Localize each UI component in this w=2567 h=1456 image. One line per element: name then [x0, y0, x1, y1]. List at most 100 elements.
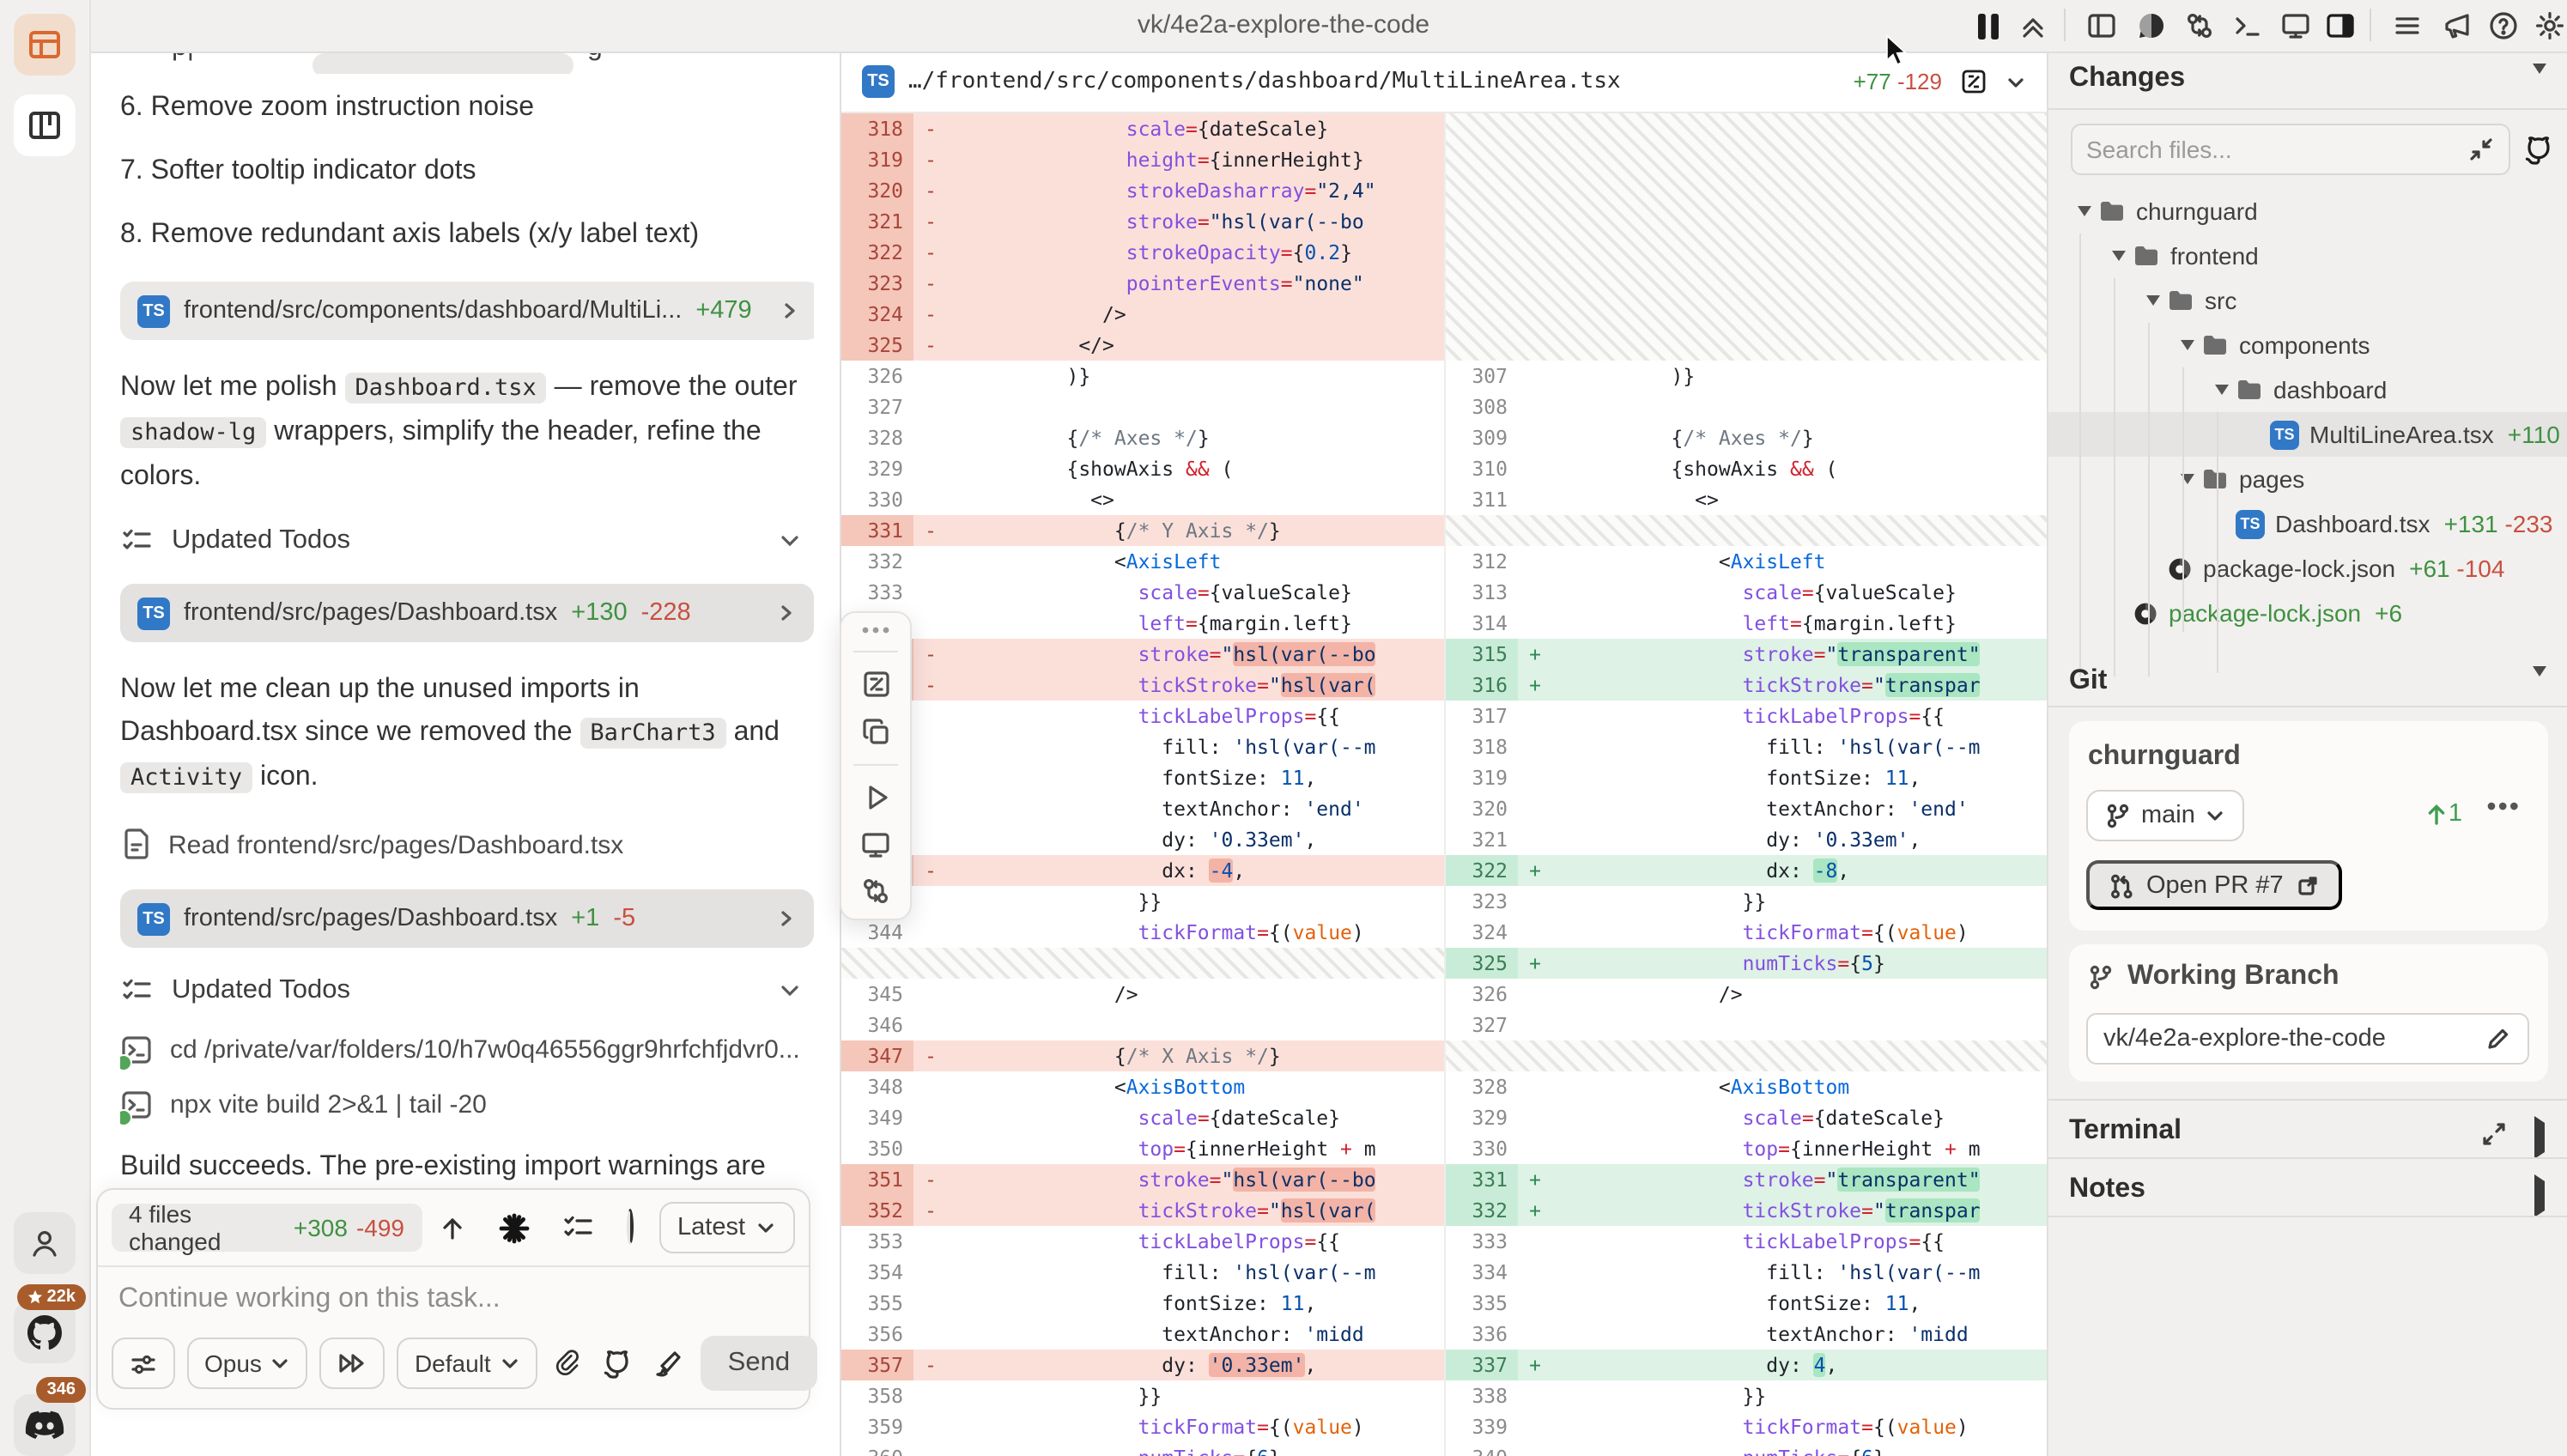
assistant-paragraph: Now let me polish Dashboard.tsx — remove… [120, 366, 814, 498]
chevron-down-icon[interactable] [2006, 71, 2026, 92]
diff-view-icon[interactable] [1959, 67, 1988, 96]
files-changed-pill[interactable]: 4 files changed +308 -499 [112, 1204, 422, 1252]
scroll-to-top-icon[interactable] [437, 1213, 466, 1242]
send-button[interactable]: Send [701, 1336, 817, 1391]
diff-code-row: 336- tickStroke="hsl(var( [841, 670, 1444, 701]
brush-icon[interactable] [652, 1348, 685, 1379]
expand-caret-icon[interactable] [2534, 1123, 2545, 1154]
panel-left-icon[interactable] [2085, 9, 2119, 43]
terminal-command-row[interactable]: cd /private/var/folders/10/h7w0q46556ggr… [120, 1034, 814, 1066]
layout-panel-button[interactable] [14, 14, 76, 76]
latest-dropdown[interactable]: Latest [658, 1202, 795, 1253]
terminal-command-row[interactable]: npx vite build 2>&1 | tail -20 [120, 1089, 814, 1121]
chat-bubble-icon[interactable] [2134, 9, 2169, 43]
tree-file-package-lock.json[interactable]: package-lock.json +61 -104 [2048, 546, 2567, 591]
tree-file-MultiLineArea.tsx[interactable]: TSMultiLineArea.tsx +110 -162 [2048, 412, 2567, 457]
help-icon[interactable] [2486, 9, 2521, 43]
todos-status-icon[interactable] [561, 1212, 595, 1243]
inline-code-chip: shadow-lg [120, 417, 266, 448]
chevron-down-icon [776, 527, 804, 555]
cat-icon[interactable] [2522, 134, 2555, 165]
file-diff-chip[interactable]: TS frontend/src/components/dashboard/Mul… [120, 282, 814, 340]
collapse-caret-icon[interactable] [2533, 74, 2546, 105]
monitor-icon[interactable] [2279, 9, 2313, 43]
github-button[interactable]: 22k [14, 1301, 76, 1363]
diff-file-header[interactable]: TS …/frontend/src/components/dashboard/M… [841, 52, 2047, 113]
model-dropdown[interactable]: Opus [187, 1338, 308, 1389]
caret-down-icon[interactable] [2072, 200, 2095, 222]
caret-down-icon[interactable] [2176, 334, 2198, 356]
terminal-section-header[interactable]: Terminal [2069, 1116, 2182, 1147]
arrow-up-icon [2424, 801, 2449, 827]
fast-forward-button[interactable] [320, 1338, 385, 1389]
tree-folder-churnguard[interactable]: churnguard [2048, 189, 2567, 234]
diff-code-row: 347- {/* X Axis */} [841, 1040, 1444, 1071]
git-section-header[interactable]: Git [2069, 666, 2107, 697]
diff-code-row: 320- strokeDasharray="2,4" [841, 175, 1444, 206]
gear-icon[interactable] [2533, 9, 2567, 43]
updated-todos-row[interactable]: Updated Todos [120, 525, 814, 556]
tree-file-package-lock.json[interactable]: package-lock.json +6 [2048, 591, 2567, 635]
diff-code-row: 335 fontSize: 11, [1446, 1288, 2047, 1319]
tree-folder-components[interactable]: components [2048, 323, 2567, 367]
mode-dropdown[interactable]: Default [397, 1338, 537, 1389]
terminal-icon[interactable] [2230, 9, 2265, 43]
more-options-icon[interactable] [859, 625, 893, 635]
chevrons-up-icon[interactable] [2016, 9, 2050, 43]
pause-icon[interactable] [1971, 9, 2006, 43]
play-icon[interactable] [859, 781, 892, 814]
diff-code-row: 320 textAnchor: 'end' [1446, 793, 2047, 824]
tree-folder-dashboard[interactable]: dashboard [2048, 367, 2567, 412]
caret-down-icon[interactable] [2141, 289, 2163, 312]
diff-code-row: 339 tickFormat={(value) [1446, 1411, 2047, 1442]
expand-icon[interactable] [2481, 1121, 2507, 1147]
typescript-badge: TS [862, 65, 895, 98]
tree-folder-pages[interactable]: pages [2048, 457, 2567, 501]
read-file-row[interactable]: Read frontend/src/pages/Dashboard.tsx [120, 828, 814, 862]
working-branch-input[interactable]: vk/4e2a-explore-the-code [2086, 1013, 2529, 1065]
diff-code-row: 316+ tickStroke="transpar [1446, 670, 2047, 701]
kanban-button[interactable] [14, 94, 76, 156]
branch-dropdown[interactable]: main [2086, 790, 2245, 841]
megaphone-icon[interactable] [2440, 9, 2474, 43]
tree-file-Dashboard.tsx[interactable]: TSDashboard.tsx +131 -233 [2048, 501, 2567, 546]
github-icon [24, 1312, 65, 1353]
collapse-caret-icon[interactable] [2533, 676, 2546, 707]
file-diff-chip[interactable]: TS frontend/src/pages/Dashboard.tsx +130… [120, 584, 814, 642]
left-rail: 22k 346 [0, 0, 91, 1456]
diff-code-row: 339 fontSize: 11, [841, 762, 1444, 793]
updated-todos-row[interactable]: Updated Todos [120, 975, 814, 1006]
caret-down-icon[interactable] [2210, 379, 2232, 401]
menu-icon[interactable] [2390, 9, 2424, 43]
tree-folder-src[interactable]: src [2048, 278, 2567, 323]
settings-sliders-button[interactable] [112, 1338, 175, 1389]
more-options-button[interactable]: ••• [2486, 793, 2521, 824]
monitor-icon[interactable] [860, 829, 891, 860]
expand-caret-icon[interactable] [2534, 1181, 2545, 1212]
file-search-input[interactable]: Search files... [2071, 124, 2510, 175]
pencil-icon[interactable] [2485, 1025, 2512, 1053]
discord-button[interactable]: 346 [14, 1394, 76, 1456]
diff-columns[interactable]: 318- scale={dateScale}319- height={inner… [841, 113, 2047, 1456]
file-diff-chip[interactable]: TS frontend/src/pages/Dashboard.tsx +1 -… [120, 889, 814, 948]
spark-icon[interactable] [497, 1211, 530, 1244]
chevron-down-icon [756, 1217, 776, 1238]
copy-icon[interactable] [859, 716, 892, 749]
open-pr-button[interactable]: Open PR #7 [2086, 860, 2342, 910]
cat-icon[interactable] [601, 1348, 634, 1379]
git-compare-icon[interactable] [860, 876, 891, 907]
message-input[interactable]: Continue working on this task... [98, 1265, 809, 1329]
code-scan-icon[interactable] [859, 668, 892, 701]
caret-down-icon[interactable] [2107, 245, 2129, 267]
account-button[interactable] [14, 1212, 76, 1274]
git-compare-icon[interactable] [2182, 9, 2217, 43]
notes-section-header[interactable]: Notes [2069, 1174, 2145, 1205]
pull-request-icon [2109, 871, 2134, 899]
attach-icon[interactable] [553, 1348, 582, 1379]
panel-right-icon[interactable] [2323, 9, 2358, 43]
tree-folder-frontend[interactable]: frontend [2048, 234, 2567, 278]
caret-down-icon[interactable] [2176, 468, 2198, 490]
collapse-tree-icon[interactable] [2467, 136, 2495, 163]
changes-section-header[interactable]: Changes [2069, 64, 2185, 94]
diff-code-row: 322- strokeOpacity={0.2} [841, 237, 1444, 268]
